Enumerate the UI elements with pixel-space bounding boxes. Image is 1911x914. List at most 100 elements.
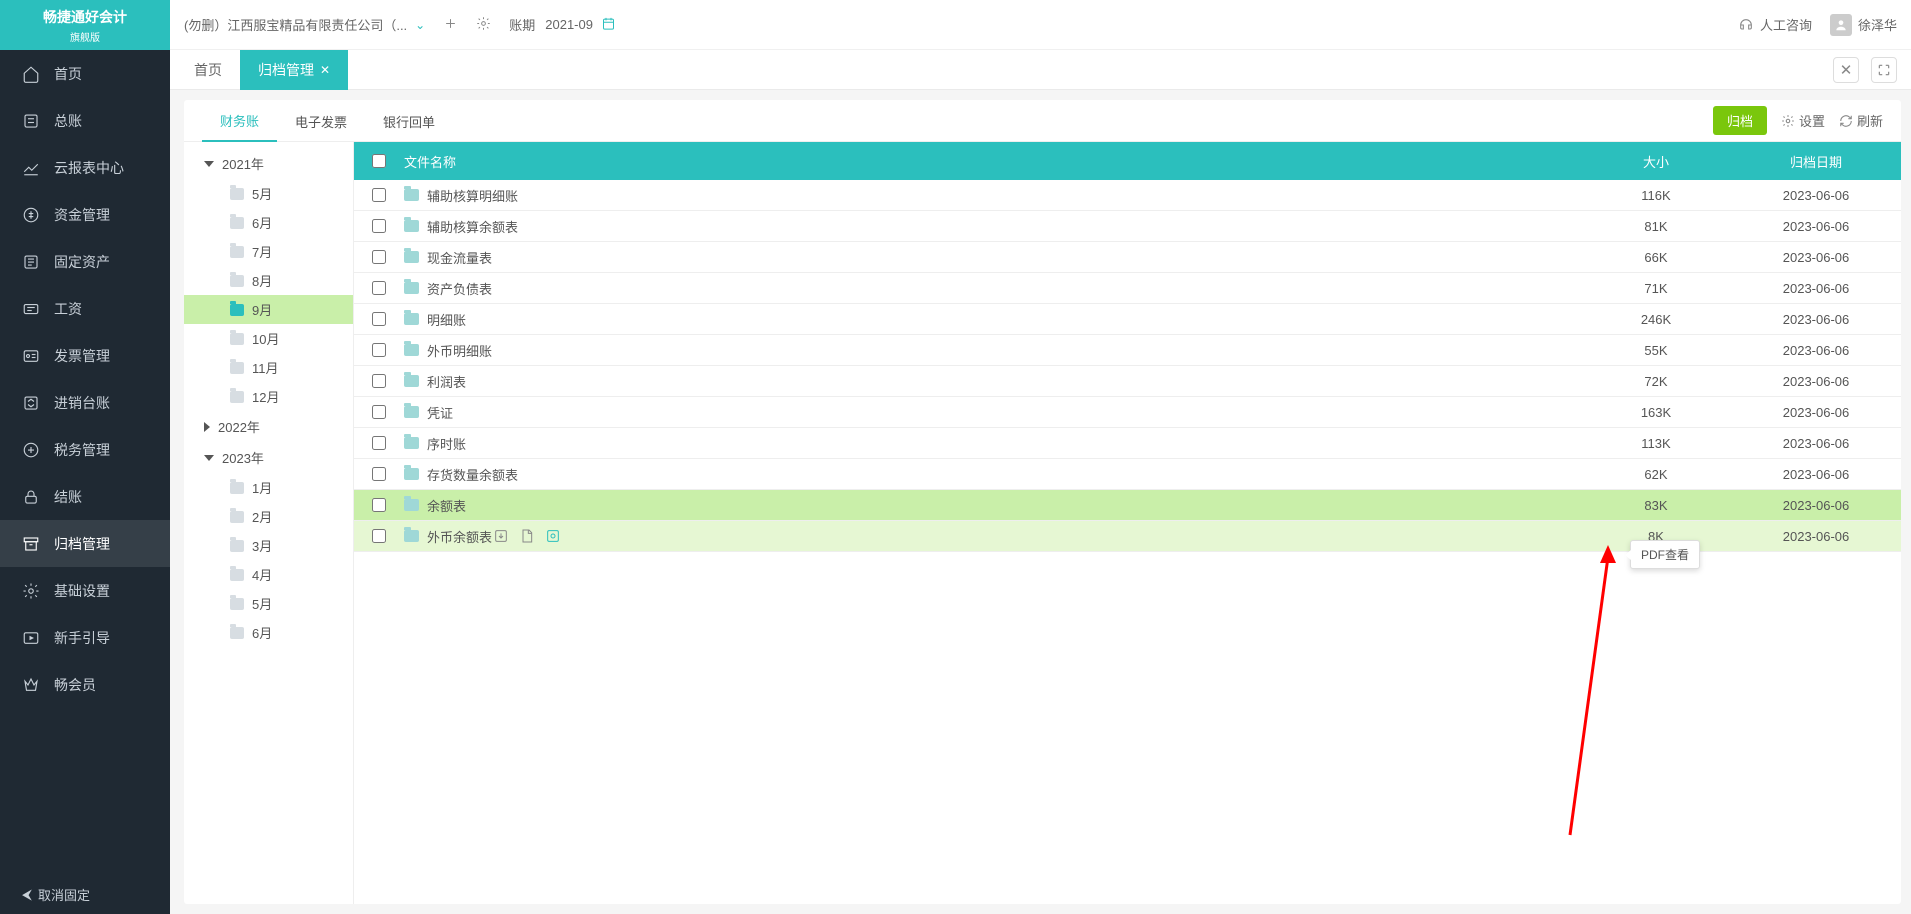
file-name: 存货数量余额表 (427, 465, 518, 484)
table-row[interactable]: 余额表83K2023-06-06 (354, 490, 1901, 521)
tree-month[interactable]: 8月 (184, 266, 353, 295)
settings-icon[interactable] (476, 16, 491, 34)
row-checkbox[interactable] (372, 405, 396, 419)
tree-month[interactable]: 2月 (184, 502, 353, 531)
pdf-view-icon[interactable] (544, 527, 562, 545)
row-checkbox[interactable] (372, 467, 396, 481)
tree-month[interactable]: 12月 (184, 382, 353, 411)
row-checkbox[interactable] (372, 436, 396, 450)
file-size: 55K (1581, 343, 1731, 358)
nav-close[interactable]: 结账 (0, 473, 170, 520)
select-all-checkbox[interactable] (372, 154, 396, 168)
nav-tax[interactable]: 税务管理 (0, 426, 170, 473)
tree-month[interactable]: 5月 (184, 179, 353, 208)
table-row[interactable]: 外币明细账55K2023-06-06 (354, 335, 1901, 366)
tree-month-selected[interactable]: 9月 (184, 295, 353, 324)
subtab-bank[interactable]: 银行回单 (365, 102, 453, 141)
settings-button[interactable]: 设置 (1781, 111, 1825, 130)
download-icon[interactable] (492, 527, 510, 545)
nav-assets[interactable]: 固定资产 (0, 238, 170, 285)
home-icon (22, 65, 40, 83)
row-checkbox[interactable] (372, 498, 396, 512)
pdf-icon[interactable] (518, 527, 536, 545)
nav-purchase[interactable]: 进销台账 (0, 379, 170, 426)
nav-guide[interactable]: 新手引导 (0, 614, 170, 661)
company-selector[interactable]: (勿删）江西服宝精品有限责任公司（...⌄ (184, 15, 425, 34)
row-checkbox[interactable] (372, 529, 396, 543)
folder-icon (404, 251, 419, 263)
table-row[interactable]: 利润表72K2023-06-06 (354, 366, 1901, 397)
tree-month[interactable]: 4月 (184, 560, 353, 589)
table-row[interactable]: 现金流量表66K2023-06-06 (354, 242, 1901, 273)
folder-icon (230, 246, 244, 258)
nav-funds[interactable]: 资金管理 (0, 191, 170, 238)
tree-month[interactable]: 6月 (184, 208, 353, 237)
refresh-button[interactable]: 刷新 (1839, 111, 1883, 130)
nav-ledger[interactable]: 总账 (0, 97, 170, 144)
folder-icon (230, 217, 244, 229)
user-menu[interactable]: 徐泽华 (1830, 14, 1897, 36)
file-size: 81K (1581, 219, 1731, 234)
nav-reports[interactable]: 云报表中心 (0, 144, 170, 191)
row-checkbox[interactable] (372, 374, 396, 388)
tree-month[interactable]: 7月 (184, 237, 353, 266)
file-name: 辅助核算余额表 (427, 217, 518, 236)
nav-home[interactable]: 首页 (0, 50, 170, 97)
subtab-finance[interactable]: 财务账 (202, 101, 277, 142)
tab-home[interactable]: 首页 (170, 50, 240, 90)
table-row[interactable]: 辅助核算余额表81K2023-06-06 (354, 211, 1901, 242)
nav-archive[interactable]: 归档管理 (0, 520, 170, 567)
tree-month[interactable]: 1月 (184, 473, 353, 502)
table-row[interactable]: 存货数量余额表62K2023-06-06 (354, 459, 1901, 490)
close-all-button[interactable]: ✕ (1833, 57, 1859, 83)
row-checkbox[interactable] (372, 312, 396, 326)
folder-icon (404, 437, 419, 449)
add-button[interactable] (443, 16, 458, 34)
unpin-button[interactable]: ⮜取消固定 (0, 874, 170, 914)
folder-icon (230, 333, 244, 345)
tree-year-2023[interactable]: 2023年 (184, 442, 353, 473)
file-date: 2023-06-06 (1731, 312, 1901, 327)
close-icon[interactable]: ✕ (320, 63, 330, 77)
nav-member[interactable]: 畅会员 (0, 661, 170, 708)
nav-salary[interactable]: 工资 (0, 285, 170, 332)
nav-invoice[interactable]: 发票管理 (0, 332, 170, 379)
folder-icon (404, 468, 419, 480)
tree-month[interactable]: 10月 (184, 324, 353, 353)
tree-month[interactable]: 3月 (184, 531, 353, 560)
file-name: 利润表 (427, 372, 466, 391)
gear-icon (22, 582, 40, 600)
nav-settings[interactable]: 基础设置 (0, 567, 170, 614)
tree-month[interactable]: 11月 (184, 353, 353, 382)
folder-icon (404, 530, 419, 542)
file-date: 2023-06-06 (1731, 281, 1901, 296)
tree-year-2021[interactable]: 2021年 (184, 148, 353, 179)
table-row[interactable]: 资产负债表71K2023-06-06 (354, 273, 1901, 304)
file-size: 246K (1581, 312, 1731, 327)
row-checkbox[interactable] (372, 343, 396, 357)
row-checkbox[interactable] (372, 281, 396, 295)
row-checkbox[interactable] (372, 188, 396, 202)
invoice-icon (22, 347, 40, 365)
fullscreen-button[interactable] (1871, 57, 1897, 83)
tree-month[interactable]: 6月 (184, 618, 353, 647)
archive-button[interactable]: 归档 (1713, 106, 1767, 135)
row-checkbox[interactable] (372, 250, 396, 264)
table-row[interactable]: 明细账246K2023-06-06 (354, 304, 1901, 335)
folder-icon (230, 304, 244, 316)
ledger-icon (22, 112, 40, 130)
tab-archive[interactable]: 归档管理✕ (240, 50, 348, 90)
folder-icon (404, 220, 419, 232)
tree-month[interactable]: 5月 (184, 589, 353, 618)
table-row[interactable]: 凭证163K2023-06-06 (354, 397, 1901, 428)
tree-year-2022[interactable]: 2022年 (184, 411, 353, 442)
file-date: 2023-06-06 (1731, 188, 1901, 203)
consult-button[interactable]: 人工咨询 (1738, 15, 1812, 34)
period-value[interactable]: 2021-09 (545, 17, 593, 32)
calendar-icon[interactable] (601, 16, 616, 34)
table-row[interactable]: 辅助核算明细账116K2023-06-06 (354, 180, 1901, 211)
row-checkbox[interactable] (372, 219, 396, 233)
table-row[interactable]: 序时账113K2023-06-06 (354, 428, 1901, 459)
subtab-einvoice[interactable]: 电子发票 (277, 102, 365, 141)
file-size: 113K (1581, 436, 1731, 451)
